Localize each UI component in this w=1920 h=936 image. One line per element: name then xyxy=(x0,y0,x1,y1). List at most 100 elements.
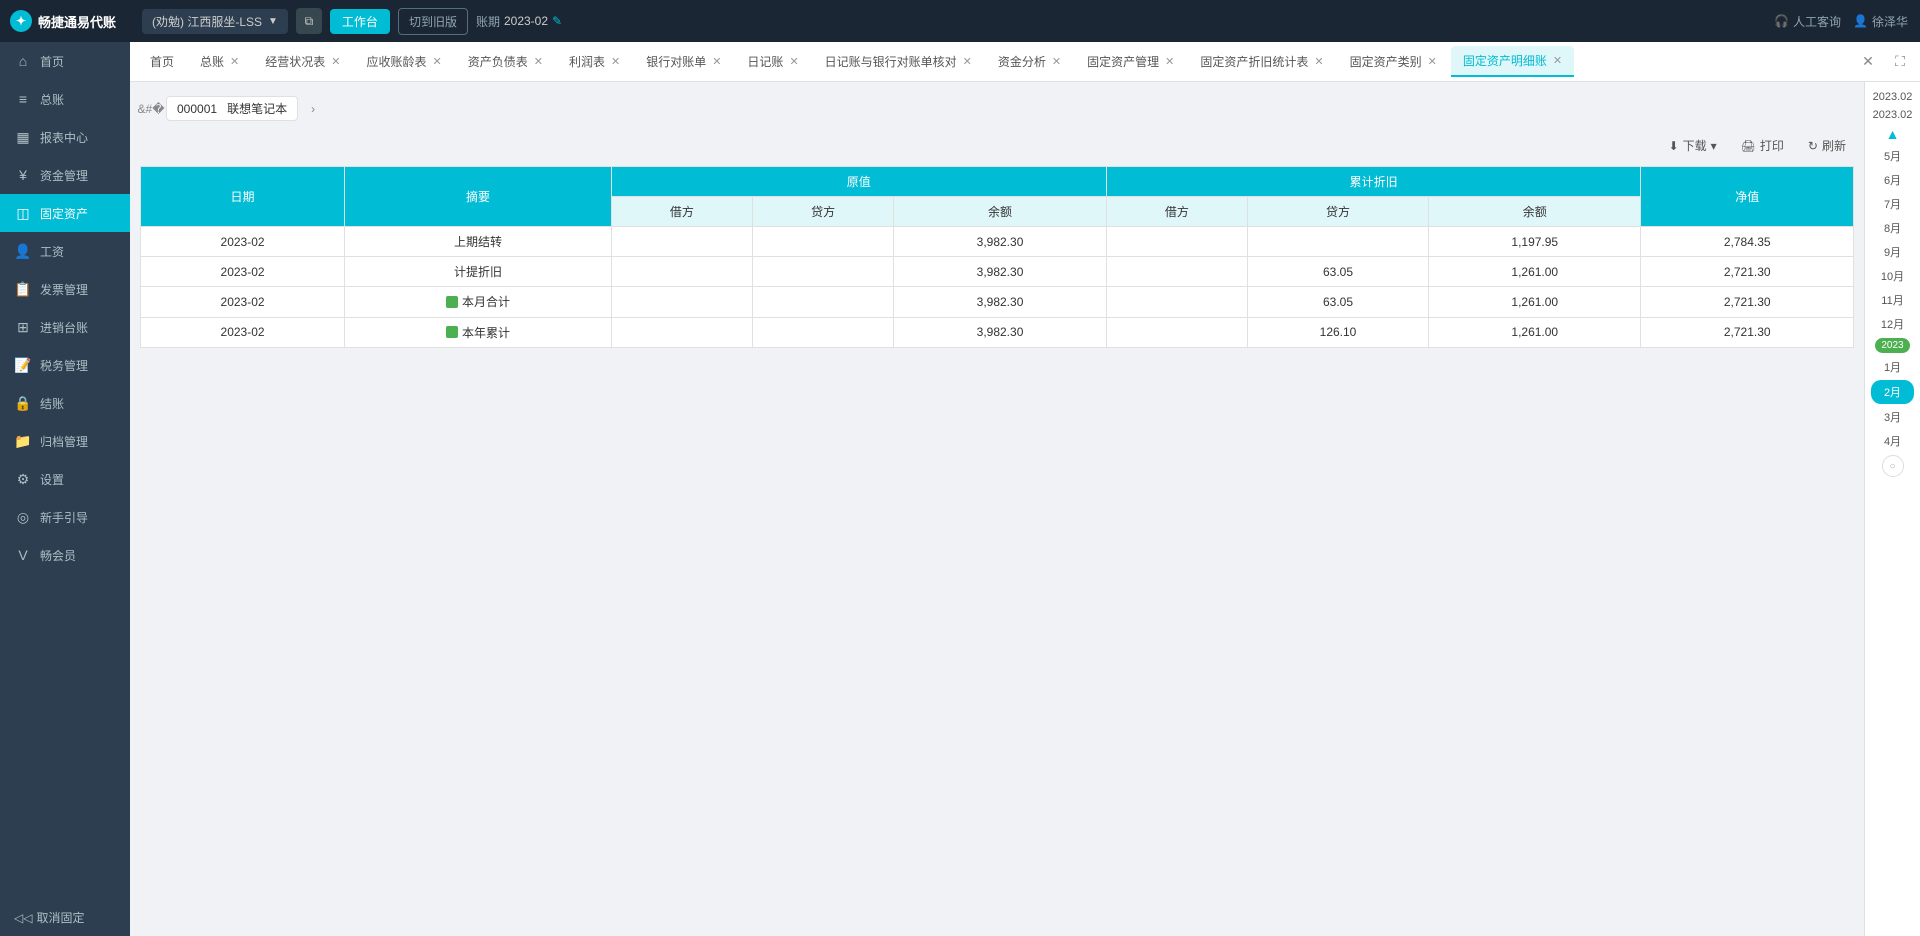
sidebar-item-vip[interactable]: V 畅会员 xyxy=(0,536,130,574)
timeline-month-3[interactable]: 3月 xyxy=(1865,405,1920,429)
sidebar-item-close[interactable]: 🔒 结账 xyxy=(0,384,130,422)
tab-fund-close[interactable]: ✕ xyxy=(1052,55,1061,68)
sidebar-item-fixed[interactable]: ◫ 固定资产 xyxy=(0,194,130,232)
cell-debit2 xyxy=(1106,257,1247,287)
period-edit-icon[interactable]: ✎ xyxy=(552,14,562,28)
timeline-up-arrow[interactable]: ▲ xyxy=(1884,124,1902,144)
sidebar-item-tax[interactable]: 📝 税务管理 xyxy=(0,346,130,384)
toolbar: ⬇ 下载 ▾ 🖨 打印 ↻ 刷新 xyxy=(140,133,1854,158)
tab-reconcile-close[interactable]: ✕ xyxy=(963,55,972,68)
sidebar-item-funds[interactable]: ¥ 资金管理 xyxy=(0,156,130,194)
th-debit1: 借方 xyxy=(611,197,752,227)
tab-fixed-dep-close[interactable]: ✕ xyxy=(1314,55,1323,68)
timeline-month-10[interactable]: 10月 xyxy=(1865,264,1920,288)
print-button[interactable]: 🖨 打印 xyxy=(1733,133,1792,158)
tab-maximize-button[interactable]: ⛶ xyxy=(1888,50,1912,74)
timeline-month-1[interactable]: 1月 xyxy=(1865,355,1920,379)
company-selector[interactable]: (劝勉) 江西服坐-LSS ▼ xyxy=(142,9,288,34)
timeline-month-12[interactable]: 12月 xyxy=(1865,312,1920,336)
tab-bank-close[interactable]: ✕ xyxy=(712,55,721,68)
cell-balance2: 1,261.00 xyxy=(1429,287,1641,318)
pin-toggle[interactable]: ◁◁ 取消固定 xyxy=(0,899,130,936)
tab-receivable[interactable]: 应收账龄表 ✕ xyxy=(354,47,453,76)
cell-credit2 xyxy=(1247,227,1428,257)
tab-journal-close[interactable]: ✕ xyxy=(789,55,798,68)
sidebar-label-sales: 进销台账 xyxy=(40,319,88,336)
timeline-month-11[interactable]: 11月 xyxy=(1865,288,1920,312)
cell-desc: 本年累计 xyxy=(345,317,612,348)
tab-profit-close[interactable]: ✕ xyxy=(611,55,620,68)
cell-date: 2023-02 xyxy=(141,227,345,257)
tab-close-all-button[interactable]: ✕ xyxy=(1856,50,1880,74)
sidebar-item-invoice[interactable]: 📋 发票管理 xyxy=(0,270,130,308)
tab-status-label: 经营状况表 xyxy=(265,53,325,70)
workbench-button[interactable]: 工作台 xyxy=(330,9,390,34)
timeline-month-9[interactable]: 9月 xyxy=(1865,240,1920,264)
timeline-month-8[interactable]: 8月 xyxy=(1865,216,1920,240)
tab-home[interactable]: 首页 xyxy=(138,47,186,76)
tab-ledger[interactable]: 总账 ✕ xyxy=(188,47,251,76)
download-icon: ⬇ xyxy=(1669,139,1679,153)
tab-status-close[interactable]: ✕ xyxy=(331,55,340,68)
tab-fixed-cat-close[interactable]: ✕ xyxy=(1428,55,1437,68)
cell-credit2: 63.05 xyxy=(1247,257,1428,287)
cell-balance2: 1,261.00 xyxy=(1429,257,1641,287)
tab-ledger-label: 总账 xyxy=(200,53,224,70)
sidebar-label-funds: 资金管理 xyxy=(40,167,88,184)
asset-nav-next[interactable]: › xyxy=(302,98,324,120)
tab-status[interactable]: 经营状况表 ✕ xyxy=(253,47,352,76)
tab-ledger-close[interactable]: ✕ xyxy=(230,55,239,68)
tab-fixed-mgmt-close[interactable]: ✕ xyxy=(1165,55,1174,68)
tab-fixed-cat[interactable]: 固定资产类别 ✕ xyxy=(1338,47,1449,76)
user-service-button[interactable]: 🎧 人工客询 xyxy=(1774,13,1841,30)
sidebar-label-archive: 归档管理 xyxy=(40,433,88,450)
th-balance1: 余额 xyxy=(894,197,1106,227)
tab-fixed-dep[interactable]: 固定资产折旧统计表 ✕ xyxy=(1188,47,1335,76)
user-avatar[interactable]: 👤 徐泽华 xyxy=(1853,13,1908,30)
tab-journal-label: 日记账 xyxy=(747,53,783,70)
th-date: 日期 xyxy=(141,167,345,227)
tab-fixed-detail[interactable]: 固定资产明细账 ✕ xyxy=(1451,46,1574,77)
tab-bank[interactable]: 银行对账单 ✕ xyxy=(634,47,733,76)
funds-icon: ¥ xyxy=(14,166,32,184)
tab-balance[interactable]: 资产负债表 ✕ xyxy=(456,47,555,76)
tab-fund[interactable]: 资金分析 ✕ xyxy=(986,47,1073,76)
cell-desc: 计提折旧 xyxy=(345,257,612,287)
th-net-value: 净值 xyxy=(1641,167,1854,227)
timeline-header2: 2023.02 xyxy=(1869,106,1917,124)
refresh-icon: ↻ xyxy=(1808,139,1818,153)
sidebar-item-settings[interactable]: ⚙ 设置 xyxy=(0,460,130,498)
sidebar-item-sales[interactable]: ⊞ 进销台账 xyxy=(0,308,130,346)
tab-journal[interactable]: 日记账 ✕ xyxy=(735,47,810,76)
timeline-header1: 2023.02 xyxy=(1869,88,1917,106)
sidebar-item-home[interactable]: ⌂ 首页 xyxy=(0,42,130,80)
timeline-circle-button[interactable]: ○ xyxy=(1882,455,1904,477)
timeline-month-5[interactable]: 5月 xyxy=(1865,144,1920,168)
cell-debit2 xyxy=(1106,227,1247,257)
sidebar-item-reports[interactable]: ▦ 报表中心 xyxy=(0,118,130,156)
timeline-month-6[interactable]: 6月 xyxy=(1865,168,1920,192)
cell-date: 2023-02 xyxy=(141,287,345,318)
timeline-month-7[interactable]: 7月 xyxy=(1865,192,1920,216)
asset-nav-prev[interactable]: &#� xyxy=(140,98,162,120)
tab-fixed-mgmt[interactable]: 固定资产管理 ✕ xyxy=(1075,47,1186,76)
tab-receivable-close[interactable]: ✕ xyxy=(433,55,442,68)
tab-fixed-detail-close[interactable]: ✕ xyxy=(1553,54,1562,67)
sidebar-item-payroll[interactable]: 👤 工资 xyxy=(0,232,130,270)
tab-reconcile[interactable]: 日记账与银行对账单核对 ✕ xyxy=(813,47,984,76)
sidebar-item-ledger[interactable]: ≡ 总账 xyxy=(0,80,130,118)
timeline-month-4[interactable]: 4月 xyxy=(1865,429,1920,453)
copy-button[interactable]: ⧉ xyxy=(296,8,322,34)
sidebar-item-archive[interactable]: 📁 归档管理 xyxy=(0,422,130,460)
tab-profit[interactable]: 利润表 ✕ xyxy=(557,47,632,76)
sidebar-item-guide[interactable]: ◎ 新手引导 xyxy=(0,498,130,536)
download-button[interactable]: ⬇ 下载 ▾ xyxy=(1661,133,1725,158)
timeline-month-2-active[interactable]: 2月 xyxy=(1871,380,1914,404)
tab-home-label: 首页 xyxy=(150,53,174,70)
company-dropdown-arrow: ▼ xyxy=(268,16,278,27)
asset-nav: &#� 000001 联想笔记本 › xyxy=(140,92,1854,125)
tab-balance-close[interactable]: ✕ xyxy=(534,55,543,68)
refresh-button[interactable]: ↻ 刷新 xyxy=(1800,133,1854,158)
switch-version-button[interactable]: 切到旧版 xyxy=(398,8,468,35)
sidebar-label-payroll: 工资 xyxy=(40,243,64,260)
